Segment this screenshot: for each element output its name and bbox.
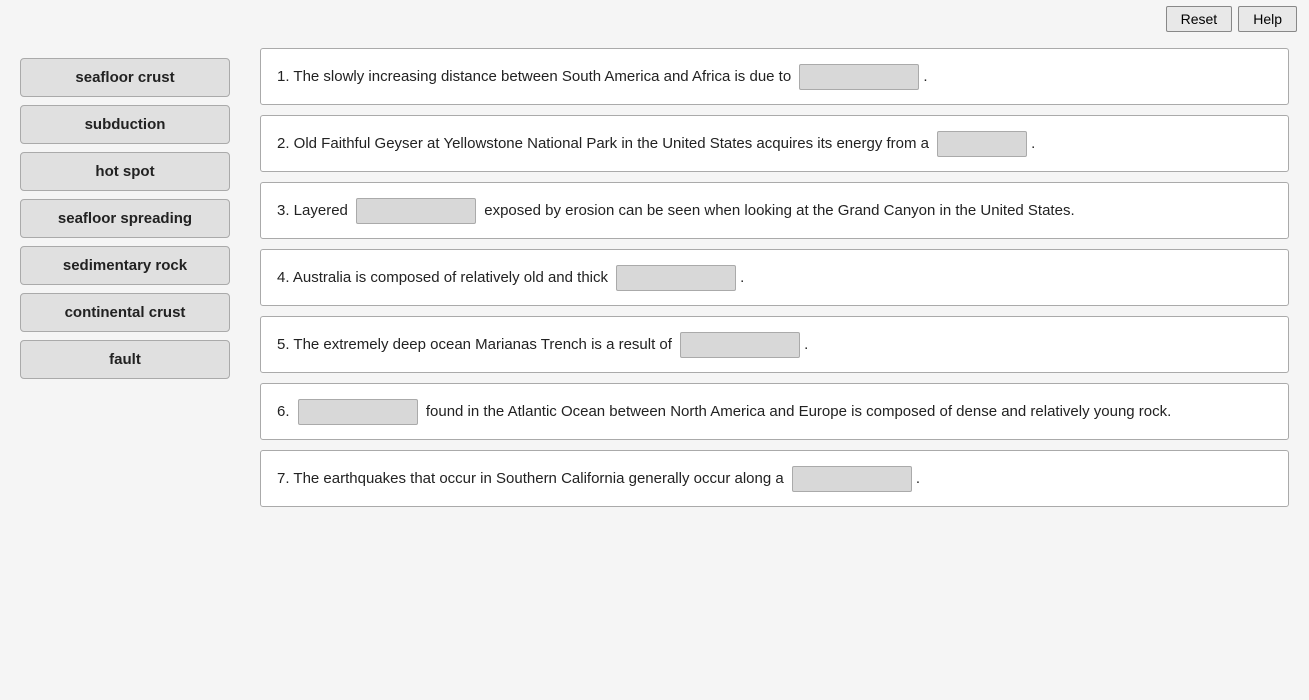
- word-item-0[interactable]: seafloor crust: [20, 58, 230, 97]
- drop-zone[interactable]: [937, 131, 1027, 157]
- question-box-3: 4. Australia is composed of relatively o…: [260, 249, 1289, 306]
- drop-zone[interactable]: [298, 399, 418, 425]
- word-item-4[interactable]: sedimentary rock: [20, 246, 230, 285]
- drop-zone[interactable]: [792, 466, 912, 492]
- reset-button[interactable]: Reset: [1166, 6, 1233, 32]
- question-box-6: 7. The earthquakes that occur in Souther…: [260, 450, 1289, 507]
- question-box-2: 3. Layered exposed by erosion can be see…: [260, 182, 1289, 239]
- question-box-0: 1. The slowly increasing distance betwee…: [260, 48, 1289, 105]
- question-box-1: 2. Old Faithful Geyser at Yellowstone Na…: [260, 115, 1289, 172]
- main-layout: seafloor crust subduction hot spot seafloor…: [0, 38, 1309, 517]
- question-box-4: 5. The extremely deep ocean Marianas Tre…: [260, 316, 1289, 373]
- word-item-6[interactable]: fault: [20, 340, 230, 379]
- drop-zone[interactable]: [799, 64, 919, 90]
- help-button[interactable]: Help: [1238, 6, 1297, 32]
- word-item-2[interactable]: hot spot: [20, 152, 230, 191]
- question-box-5: 6. found in the Atlantic Ocean between N…: [260, 383, 1289, 440]
- word-item-3[interactable]: seafloor spreading: [20, 199, 230, 238]
- word-item-5[interactable]: continental crust: [20, 293, 230, 332]
- word-bank: seafloor crust subduction hot spot seafloor…: [20, 58, 230, 507]
- drop-zone[interactable]: [356, 198, 476, 224]
- top-bar: Reset Help: [0, 0, 1309, 38]
- drop-zone[interactable]: [616, 265, 736, 291]
- word-item-1[interactable]: subduction: [20, 105, 230, 144]
- questions-panel: 1. The slowly increasing distance betwee…: [260, 48, 1289, 507]
- drop-zone[interactable]: [680, 332, 800, 358]
